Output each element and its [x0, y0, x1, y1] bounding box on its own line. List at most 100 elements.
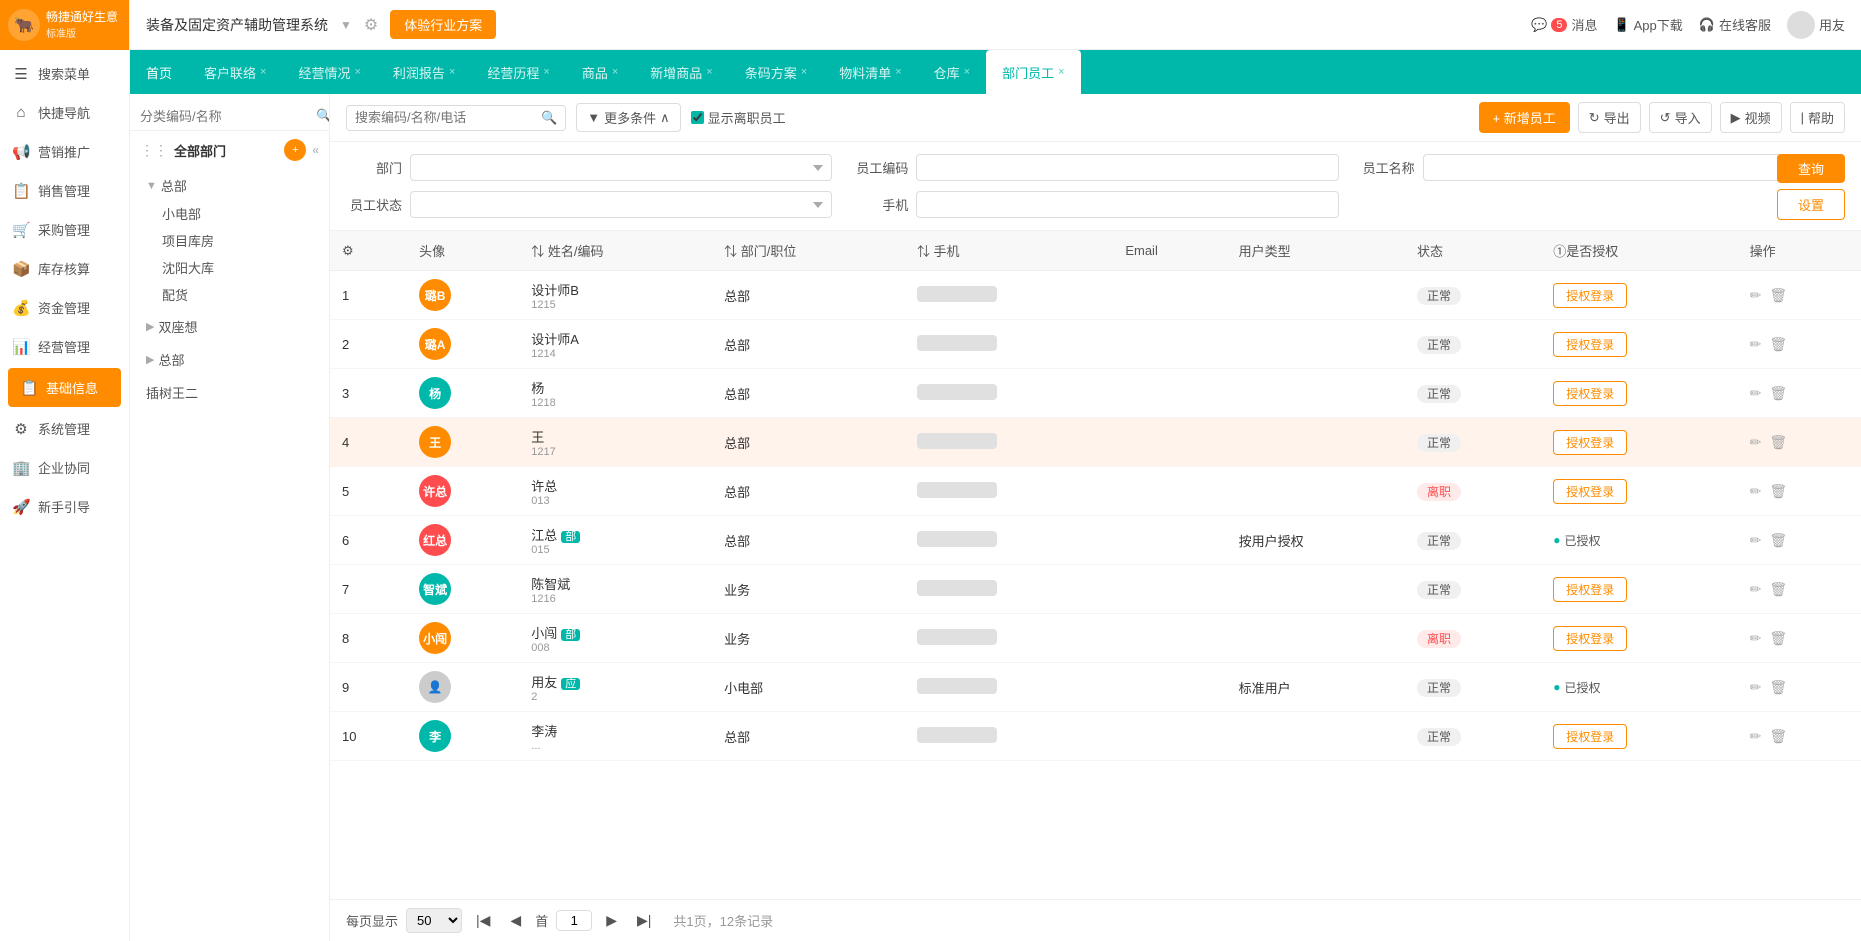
sidebar-item-quicknav[interactable]: ⌂ 快捷导航 — [0, 93, 129, 132]
tab-close-icon[interactable]: × — [543, 66, 549, 78]
tab-operations[interactable]: 经营情况 × — [282, 50, 376, 94]
auth-button[interactable]: 授权登录 — [1553, 626, 1627, 651]
tab-close-icon[interactable]: × — [706, 66, 712, 78]
tab-close-icon[interactable]: × — [895, 66, 901, 78]
sidebar-item-guide[interactable]: 🚀 新手引导 — [0, 487, 129, 526]
edit-icon[interactable]: ✏ — [1750, 287, 1762, 304]
tab-barcode[interactable]: 条码方案 × — [729, 50, 823, 94]
resigned-checkbox-input[interactable] — [691, 111, 704, 124]
tab-close-icon[interactable]: × — [801, 66, 807, 78]
col-settings[interactable]: ⚙ — [330, 231, 407, 271]
empcode-filter-input[interactable] — [916, 154, 1338, 181]
per-page-select[interactable]: 50 100 — [406, 908, 462, 933]
sidebar-item-operations[interactable]: 📊 经营管理 — [0, 327, 129, 366]
sidebar-item-finance[interactable]: 💰 资金管理 — [0, 288, 129, 327]
view-button[interactable]: ▶ 视频 — [1720, 102, 1782, 133]
add-employee-button[interactable]: + 新增员工 — [1479, 102, 1570, 133]
tab-profit[interactable]: 利润报告 × — [377, 50, 471, 94]
edit-icon[interactable]: ✏ — [1750, 532, 1762, 549]
sidebar-item-inventory[interactable]: 📦 库存核算 — [0, 249, 129, 288]
auth-button[interactable]: 授权登录 — [1553, 430, 1627, 455]
dept-group-title[interactable]: ▶双座想 — [130, 312, 329, 341]
show-resigned-checkbox[interactable]: 显示离职员工 — [691, 108, 786, 127]
delete-icon[interactable]: 🗑 — [1769, 483, 1787, 500]
settings-icon[interactable]: ⚙ — [364, 15, 378, 35]
tab-goods[interactable]: 商品 × — [566, 50, 634, 94]
sidebar-item-sales[interactable]: 📋 销售管理 — [0, 171, 129, 210]
prev-page-button[interactable]: ◀ — [504, 910, 527, 931]
phone-filter-input[interactable] — [916, 191, 1338, 218]
dept-child-xiangmu[interactable]: 项目库房 — [130, 227, 329, 254]
edit-icon[interactable]: ✏ — [1750, 385, 1762, 402]
message-button[interactable]: 💬 5 消息 — [1531, 15, 1597, 34]
dept-filter-select[interactable] — [410, 154, 832, 181]
sidebar-item-system[interactable]: ⚙ 系统管理 — [0, 409, 129, 448]
first-page-button[interactable]: |◀ — [470, 910, 496, 931]
dept-add-button[interactable]: + — [284, 139, 306, 161]
auth-button[interactable]: 授权登录 — [1553, 479, 1627, 504]
more-filters-button[interactable]: ▼ 更多条件 ∧ — [576, 103, 680, 132]
sidebar-item-enterprise[interactable]: 🏢 企业协同 — [0, 448, 129, 487]
tab-warehouse[interactable]: 仓库 × — [918, 50, 986, 94]
sidebar-item-purchase[interactable]: 🛒 采购管理 — [0, 210, 129, 249]
trial-button[interactable]: 体验行业方案 — [390, 10, 496, 39]
delete-icon[interactable]: 🗑 — [1769, 287, 1787, 304]
tab-customers[interactable]: 客户联络 × — [188, 50, 282, 94]
auth-button[interactable]: 授权登录 — [1553, 381, 1627, 406]
tab-employees[interactable]: 部门员工 × — [986, 50, 1080, 94]
dept-all-label[interactable]: 全部部门 — [174, 141, 278, 160]
tab-home[interactable]: 首页 — [130, 50, 188, 94]
dept-group-title[interactable]: ▼总部 — [130, 171, 329, 200]
edit-icon[interactable]: ✏ — [1750, 434, 1762, 451]
col-name[interactable]: ⇅ 姓名/编码 — [519, 231, 712, 271]
edit-icon[interactable]: ✏ — [1750, 336, 1762, 353]
auth-button[interactable]: 授权登录 — [1553, 332, 1627, 357]
export-button[interactable]: ↻ 导出 — [1578, 102, 1641, 133]
tab-close-icon[interactable]: × — [612, 66, 618, 78]
delete-icon[interactable]: 🗑 — [1769, 728, 1787, 745]
dept-child-xiaodian[interactable]: 小电部 — [130, 200, 329, 227]
auth-button[interactable]: 授权登录 — [1553, 283, 1627, 308]
delete-icon[interactable]: 🗑 — [1769, 434, 1787, 451]
auth-button[interactable]: 授权登录 — [1553, 724, 1627, 749]
tab-close-icon[interactable]: × — [1058, 66, 1064, 78]
delete-icon[interactable]: 🗑 — [1769, 679, 1787, 696]
delete-icon[interactable]: 🗑 — [1769, 385, 1787, 402]
delete-icon[interactable]: 🗑 — [1769, 532, 1787, 549]
user-menu[interactable]: 用友 — [1787, 11, 1845, 39]
sidebar-item-marketing[interactable]: 📢 营销推广 — [0, 132, 129, 171]
delete-icon[interactable]: 🗑 — [1769, 630, 1787, 647]
dept-group-title[interactable]: ▶总部 — [130, 345, 329, 374]
tab-addgoods[interactable]: 新增商品 × — [634, 50, 728, 94]
edit-icon[interactable]: ✏ — [1750, 630, 1762, 647]
dept-group-title[interactable]: 插树王二 — [130, 378, 329, 407]
dept-child-peihuo[interactable]: 配货 — [130, 281, 329, 308]
app-download-button[interactable]: 📱 App下载 — [1613, 15, 1682, 34]
col-dept[interactable]: ⇅ 部门/职位 — [712, 231, 905, 271]
dept-child-shenyang[interactable]: 沈阳大库 — [130, 254, 329, 281]
tab-close-icon[interactable]: × — [260, 66, 266, 78]
edit-icon[interactable]: ✏ — [1750, 728, 1762, 745]
delete-icon[interactable]: 🗑 — [1769, 581, 1787, 598]
delete-icon[interactable]: 🗑 — [1769, 336, 1787, 353]
tab-history[interactable]: 经营历程 × — [471, 50, 565, 94]
auth-button[interactable]: 授权登录 — [1553, 577, 1627, 602]
page-input[interactable] — [556, 910, 592, 931]
next-page-button[interactable]: ▶ — [600, 910, 623, 931]
tab-close-icon[interactable]: × — [964, 66, 970, 78]
status-filter-select[interactable] — [410, 191, 832, 218]
help-button[interactable]: | 帮助 — [1790, 102, 1845, 133]
employee-search-input[interactable] — [355, 110, 535, 125]
tab-bom[interactable]: 物料清单 × — [823, 50, 917, 94]
tab-close-icon[interactable]: × — [354, 66, 360, 78]
edit-icon[interactable]: ✏ — [1750, 679, 1762, 696]
dept-search-input[interactable] — [140, 109, 316, 124]
col-phone[interactable]: ⇅ 手机 — [905, 231, 1113, 271]
edit-icon[interactable]: ✏ — [1750, 581, 1762, 598]
dept-collapse-icon[interactable]: « — [312, 143, 319, 157]
import-button[interactable]: ↺ 导入 — [1649, 102, 1712, 133]
sidebar-item-basic[interactable]: 📋 基础信息 — [8, 368, 121, 407]
search-button[interactable]: 查询 — [1777, 154, 1845, 183]
tab-close-icon[interactable]: × — [449, 66, 455, 78]
set-button[interactable]: 设置 — [1777, 189, 1845, 220]
